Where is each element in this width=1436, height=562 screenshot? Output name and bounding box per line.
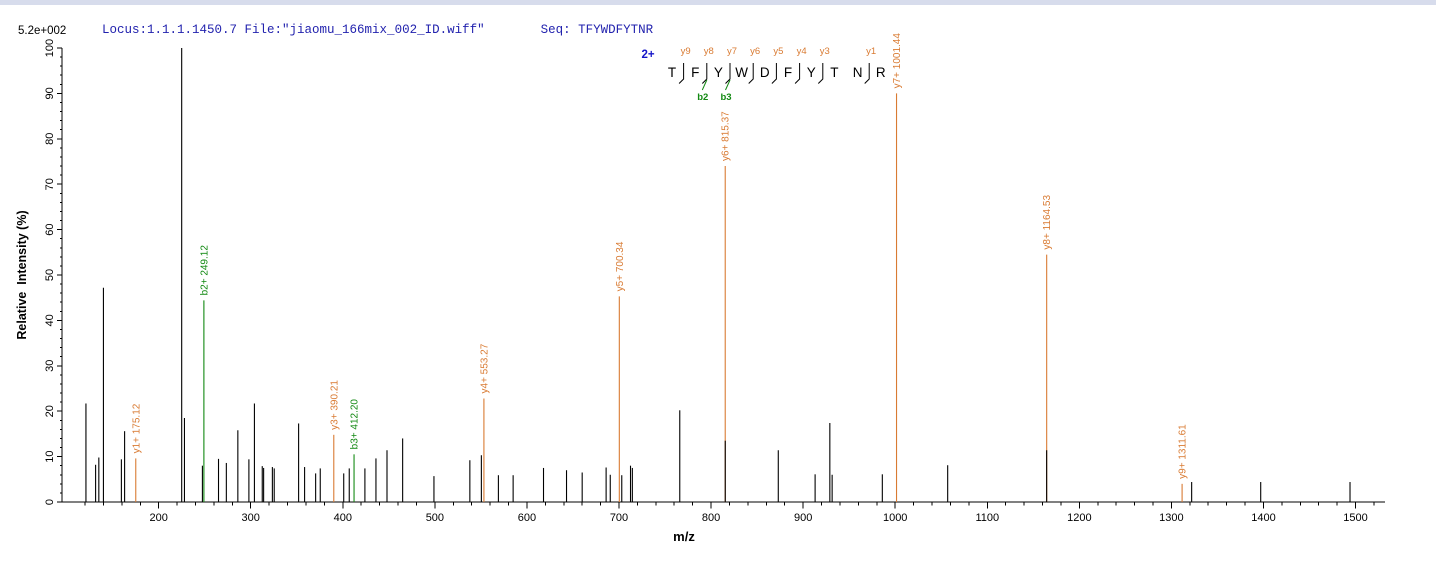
y-fragment-mark: [795, 63, 800, 84]
peak-label: y9+ 1311.61: [1178, 424, 1189, 479]
peak-label: y1+ 175.12: [131, 403, 142, 453]
b-ion-ladder-label: b3: [720, 92, 731, 103]
y-fragment-mark: [865, 63, 870, 84]
peak-label: y4+ 553.27: [479, 343, 490, 393]
y-fragment-mark: [749, 63, 754, 84]
y-tick-label: 50: [44, 269, 56, 281]
b-ion-ladder-label: b2: [697, 92, 708, 103]
y-ion-ladder-label: y8: [704, 46, 714, 57]
x-tick-label: 1300: [1159, 512, 1183, 524]
residue-letter: T: [830, 65, 838, 80]
residue-letter: N: [853, 65, 863, 80]
y-ion-ladder-label: y9: [681, 46, 691, 57]
y-ion-ladder-label: y3: [820, 46, 830, 57]
residue-letter: T: [668, 65, 676, 80]
y-tick-label: 60: [44, 223, 56, 235]
y-ion-ladder-label: y7: [727, 46, 737, 57]
y-ion-ladder-label: y6: [750, 46, 760, 57]
peak-label: y7+ 1001.44: [892, 33, 903, 89]
x-tick-label: 1200: [1067, 512, 1091, 524]
y-axis-title: Relative Intensity (%): [15, 210, 29, 339]
y-fragment-mark: [818, 63, 823, 84]
peak-label: b2+ 249.12: [199, 245, 210, 296]
y-ion-ladder-label: y5: [773, 46, 783, 57]
peak-label: y6+ 815.37: [721, 111, 732, 161]
y-fragment-mark: [772, 63, 777, 84]
y-tick-label: 80: [44, 133, 56, 145]
peak-label: b3+ 412.20: [350, 399, 361, 450]
x-tick-label: 400: [334, 512, 352, 524]
x-tick-label: 1100: [975, 512, 999, 524]
residue-letter: W: [735, 65, 748, 80]
y-tick-label: 100: [44, 39, 56, 57]
x-tick-label: 700: [610, 512, 628, 524]
x-tick-label: 1500: [1343, 512, 1367, 524]
precursor-charge-label: 2+: [641, 49, 654, 61]
peak-label: y3+ 390.21: [329, 380, 340, 430]
residue-letter: F: [691, 65, 699, 80]
y-tick-label: 10: [44, 450, 56, 462]
residue-letter: Y: [807, 65, 816, 80]
peak-label: y8+ 1164.53: [1042, 195, 1053, 250]
peak-label: y5+ 700.34: [615, 241, 626, 291]
x-tick-label: 1000: [883, 512, 907, 524]
x-axis-title: m/z: [673, 529, 695, 544]
y-tick-label: 40: [44, 314, 56, 326]
x-tick-label: 900: [794, 512, 812, 524]
y-ion-ladder-label: y1: [866, 46, 876, 57]
residue-letter: Y: [714, 65, 723, 80]
y-fragment-mark: [679, 63, 684, 84]
x-tick-label: 1400: [1251, 512, 1275, 524]
spectrum-window: Locus:1.1.1.1450.7 File:"jiaomu_166mix_0…: [0, 0, 1436, 562]
x-tick-label: 600: [518, 512, 536, 524]
y-tick-label: 70: [44, 178, 56, 190]
residue-letter: F: [784, 65, 792, 80]
x-tick-label: 800: [702, 512, 720, 524]
y-tick-label: 90: [44, 87, 56, 99]
x-tick-label: 200: [149, 512, 167, 524]
spectrum-canvas: 2003004005006007008009001000110012001300…: [0, 0, 1436, 562]
y-tick-label: 20: [44, 405, 56, 417]
y-ion-ladder-label: y4: [797, 46, 807, 57]
residue-letter: D: [760, 65, 770, 80]
x-tick-label: 500: [426, 512, 444, 524]
y-tick-label: 0: [44, 499, 56, 505]
residue-letter: R: [876, 65, 886, 80]
x-tick-label: 300: [242, 512, 260, 524]
y-tick-label: 30: [44, 360, 56, 372]
